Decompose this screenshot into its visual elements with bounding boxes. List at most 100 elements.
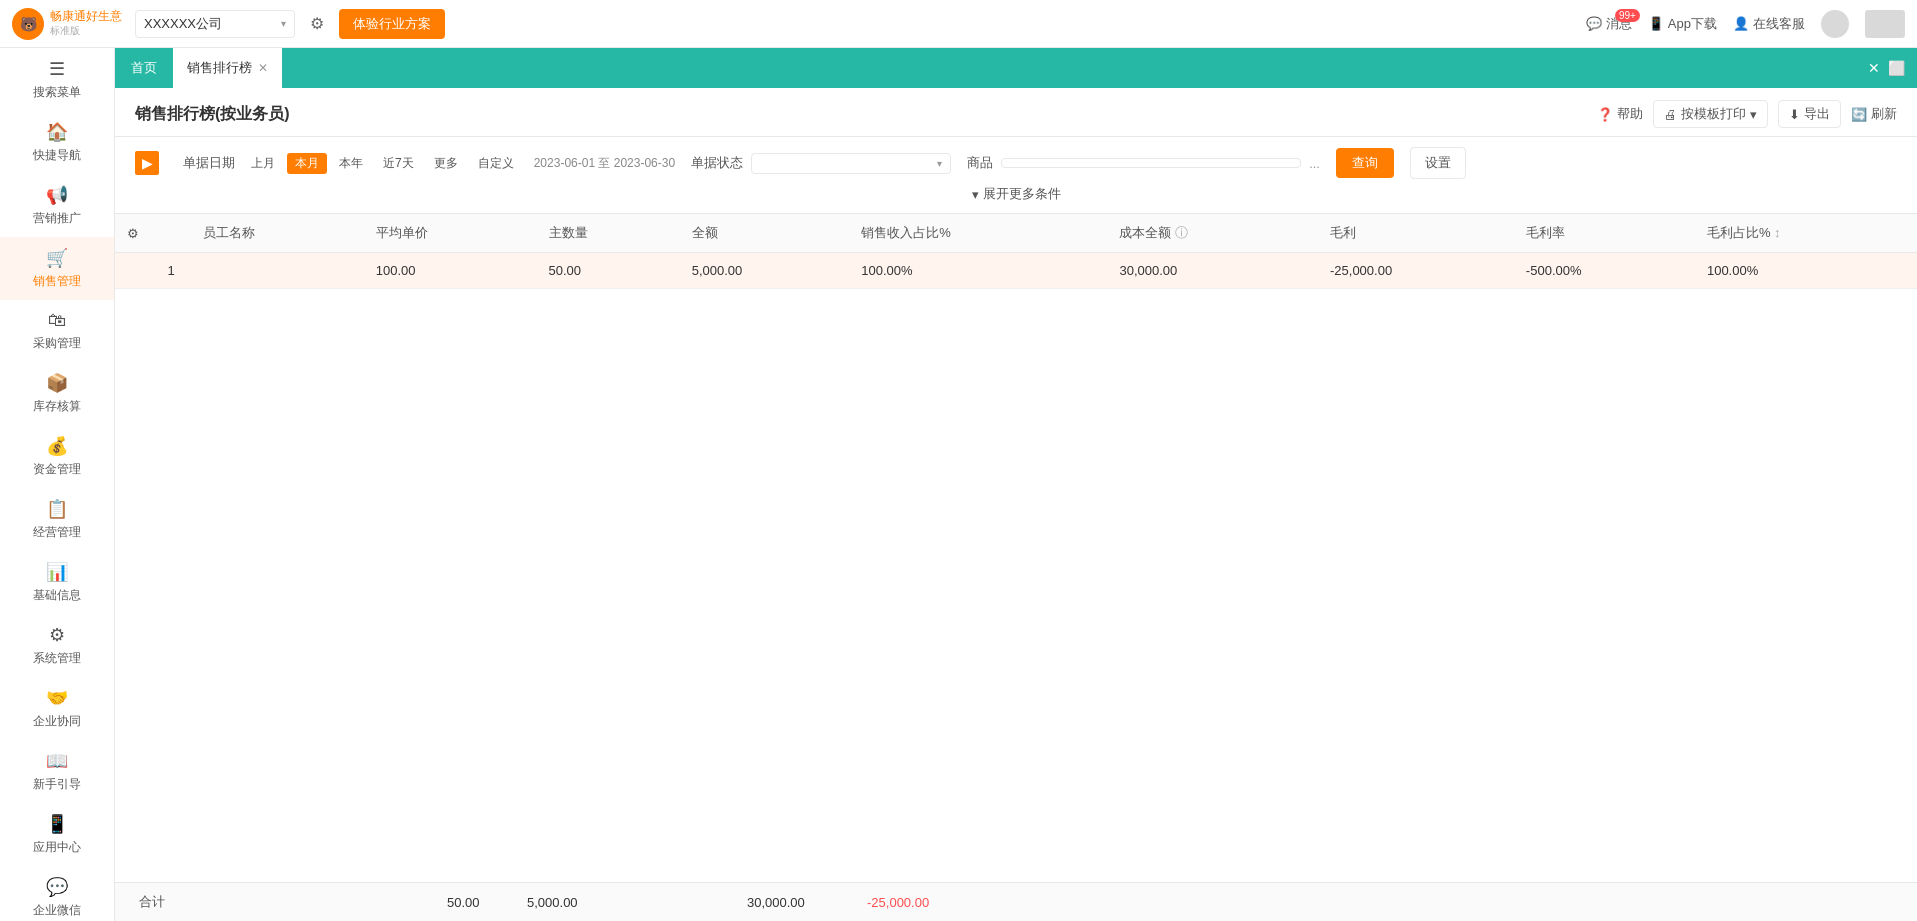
col-header-profit-pct: 毛利占比% ↕ bbox=[1695, 214, 1917, 253]
tab-close-icon[interactable]: ✕ bbox=[258, 61, 268, 75]
online-service-button[interactable]: 👤 在线客服 bbox=[1733, 15, 1805, 33]
sidebar-item-sys-mgmt[interactable]: ⚙ 系统管理 bbox=[0, 614, 114, 677]
sidebar-item-label: 库存核算 bbox=[33, 398, 81, 415]
filter-row-1: ▶ 单据日期 上月 本月 本年 近7天 更多 自定义 bbox=[135, 147, 1897, 179]
col-header-avg-price: 平均单价 bbox=[364, 214, 537, 253]
app-download-button[interactable]: 📱 App下载 bbox=[1648, 15, 1717, 33]
footer-sales-pct bbox=[627, 895, 747, 910]
message-badge: 99+ bbox=[1615, 9, 1640, 22]
date-tab-last-month[interactable]: 上月 bbox=[243, 153, 283, 174]
table-header-row: ⚙ 员工名称 平均单价 主数量 全额 销售收入占比% 成本全额 ⓘ 毛利 毛 bbox=[115, 214, 1917, 253]
date-tab-this-year[interactable]: 本年 bbox=[331, 153, 371, 174]
refresh-button[interactable]: 🔄 刷新 bbox=[1851, 105, 1897, 123]
help-icon: ❓ bbox=[1597, 107, 1613, 122]
date-range-display: 2023-06-01 至 2023-06-30 bbox=[534, 155, 675, 172]
expand-more-button[interactable]: ▾ 展开更多条件 bbox=[972, 185, 1061, 203]
sidebar-item-label: 销售管理 bbox=[33, 273, 81, 290]
sidebar: ☰ 搜索菜单 🏠 快捷导航 📢 营销推广 🛒 销售管理 🛍 采购管理 📦 bbox=[0, 48, 115, 921]
row-margin-rate-cell: -500.00% bbox=[1514, 253, 1695, 289]
sidebar-item-finance[interactable]: 💰 资金管理 bbox=[0, 425, 114, 488]
sidebar-item-app-center[interactable]: 📱 应用中心 bbox=[0, 803, 114, 866]
settings-icon[interactable]: ⚙ bbox=[303, 10, 331, 38]
print-chevron-icon: ▾ bbox=[1750, 107, 1757, 122]
help-label: 帮助 bbox=[1617, 105, 1643, 123]
sidebar-item-enterprise[interactable]: 🤝 企业协同 bbox=[0, 677, 114, 740]
goods-input[interactable] bbox=[1001, 158, 1301, 168]
avatar[interactable] bbox=[1821, 10, 1849, 38]
sidebar-item-label: 基础信息 bbox=[33, 587, 81, 604]
message-button[interactable]: 💬 消息 99+ bbox=[1586, 15, 1632, 33]
footer-avg-price bbox=[347, 895, 447, 910]
help-button[interactable]: ❓ 帮助 bbox=[1597, 105, 1643, 123]
table-row: 1 100.00 50.00 5,000.00 100.00% 30,000.0… bbox=[115, 253, 1917, 289]
sys-mgmt-icon: ⚙ bbox=[49, 624, 65, 646]
cost-info-icon: ⓘ bbox=[1175, 225, 1188, 240]
date-tab-7days[interactable]: 近7天 bbox=[375, 153, 422, 174]
date-tab-more[interactable]: 更多 bbox=[426, 153, 466, 174]
window-max-icon[interactable]: ⬜ bbox=[1888, 60, 1905, 76]
download-icon: 📱 bbox=[1648, 16, 1664, 31]
table-area: ⚙ 员工名称 平均单价 主数量 全额 销售收入占比% 成本全额 ⓘ 毛利 毛 bbox=[115, 214, 1917, 882]
sidebar-item-search-order[interactable]: ☰ 搜索菜单 bbox=[0, 48, 114, 111]
page-title: 销售排行榜(按业务员) bbox=[135, 104, 290, 125]
template-print-label: 按模板打印 bbox=[1681, 105, 1746, 123]
sidebar-item-label: 营销推广 bbox=[33, 210, 81, 227]
status-select[interactable]: ▾ bbox=[751, 153, 951, 174]
table-footer: 合计 50.00 5,000.00 30,000.00 -25,000.00 bbox=[115, 882, 1917, 921]
date-tab-custom[interactable]: 自定义 bbox=[470, 153, 522, 174]
tab-home[interactable]: 首页 bbox=[115, 48, 173, 88]
tab-sales-ranking[interactable]: 销售排行榜 ✕ bbox=[173, 48, 282, 88]
col-header-margin-rate: 毛利率 bbox=[1514, 214, 1695, 253]
marketing-icon: 📢 bbox=[46, 184, 68, 206]
sales-icon: 🛒 bbox=[46, 247, 68, 269]
more-filters-icon[interactable]: ... bbox=[1309, 156, 1320, 171]
column-settings-button[interactable]: 设置 bbox=[1410, 147, 1466, 179]
sidebar-item-label: 企业微信 bbox=[33, 902, 81, 919]
sidebar-item-guide[interactable]: 📖 新手引导 bbox=[0, 740, 114, 803]
logo-area: 🐻 畅康通好生意 标准版 bbox=[12, 8, 127, 40]
template-print-button[interactable]: 🖨 按模板打印 ▾ bbox=[1653, 100, 1768, 128]
sidebar-item-marketing[interactable]: 📢 营销推广 bbox=[0, 174, 114, 237]
wechat-icon: 💬 bbox=[46, 876, 68, 898]
sidebar-item-label: 应用中心 bbox=[33, 839, 81, 856]
col-header-sales-pct: 销售收入占比% bbox=[849, 214, 1107, 253]
row-rank-cell: 1 bbox=[151, 253, 191, 289]
message-icon: 💬 bbox=[1586, 16, 1602, 31]
col-header-amount: 全额 bbox=[680, 214, 850, 253]
sidebar-item-sales[interactable]: 🛒 销售管理 bbox=[0, 237, 114, 300]
sidebar-item-quick-nav[interactable]: 🏠 快捷导航 bbox=[0, 111, 114, 174]
service-icon: 👤 bbox=[1733, 16, 1749, 31]
trial-button[interactable]: 体验行业方案 bbox=[339, 9, 445, 39]
goods-filter: 商品 ... bbox=[967, 154, 1320, 172]
expand-icon: ▾ bbox=[972, 187, 979, 202]
footer-profit: -25,000.00 bbox=[867, 895, 987, 910]
print-icon: 🖨 bbox=[1664, 107, 1677, 122]
date-filter: 单据日期 上月 本月 本年 近7天 更多 自定义 2023-06-01 至 20… bbox=[183, 153, 675, 174]
sidebar-item-wechat[interactable]: 💬 企业微信 bbox=[0, 866, 114, 921]
row-name-cell bbox=[191, 253, 364, 289]
sidebar-item-purchase[interactable]: 🛍 采购管理 bbox=[0, 300, 114, 362]
sidebar-item-operations[interactable]: 📋 经营管理 bbox=[0, 488, 114, 551]
footer-qty: 50.00 bbox=[447, 895, 527, 910]
col-settings-icon[interactable]: ⚙ bbox=[127, 226, 139, 241]
sidebar-item-basic-info[interactable]: 📊 基础信息 bbox=[0, 551, 114, 614]
row-profit-pct-cell: 100.00% bbox=[1695, 253, 1917, 289]
refresh-label: 刷新 bbox=[1871, 105, 1897, 123]
date-tab-this-month[interactable]: 本月 bbox=[287, 153, 327, 174]
sidebar-item-label: 经营管理 bbox=[33, 524, 81, 541]
query-button[interactable]: 查询 bbox=[1336, 148, 1394, 178]
guide-icon: 📖 bbox=[46, 750, 68, 772]
enterprise-icon: 🤝 bbox=[46, 687, 68, 709]
tab-label: 销售排行榜 bbox=[187, 59, 252, 77]
company-selector[interactable]: XXXXXX公司 ▾ bbox=[135, 10, 295, 38]
export-button[interactable]: ⬇ 导出 bbox=[1778, 100, 1841, 128]
sidebar-item-inventory[interactable]: 📦 库存核算 bbox=[0, 362, 114, 425]
footer-cost: 30,000.00 bbox=[747, 895, 867, 910]
tab-bar: 首页 销售排行榜 ✕ ✕ ⬜ bbox=[115, 48, 1917, 88]
row-qty-cell: 50.00 bbox=[537, 253, 680, 289]
app-download-label: App下载 bbox=[1668, 15, 1717, 33]
window-close-icon[interactable]: ✕ bbox=[1868, 60, 1880, 76]
col-header-settings: ⚙ bbox=[115, 214, 151, 253]
date-filter-label: 单据日期 bbox=[183, 154, 235, 172]
filter-toggle-button[interactable]: ▶ bbox=[135, 151, 159, 175]
